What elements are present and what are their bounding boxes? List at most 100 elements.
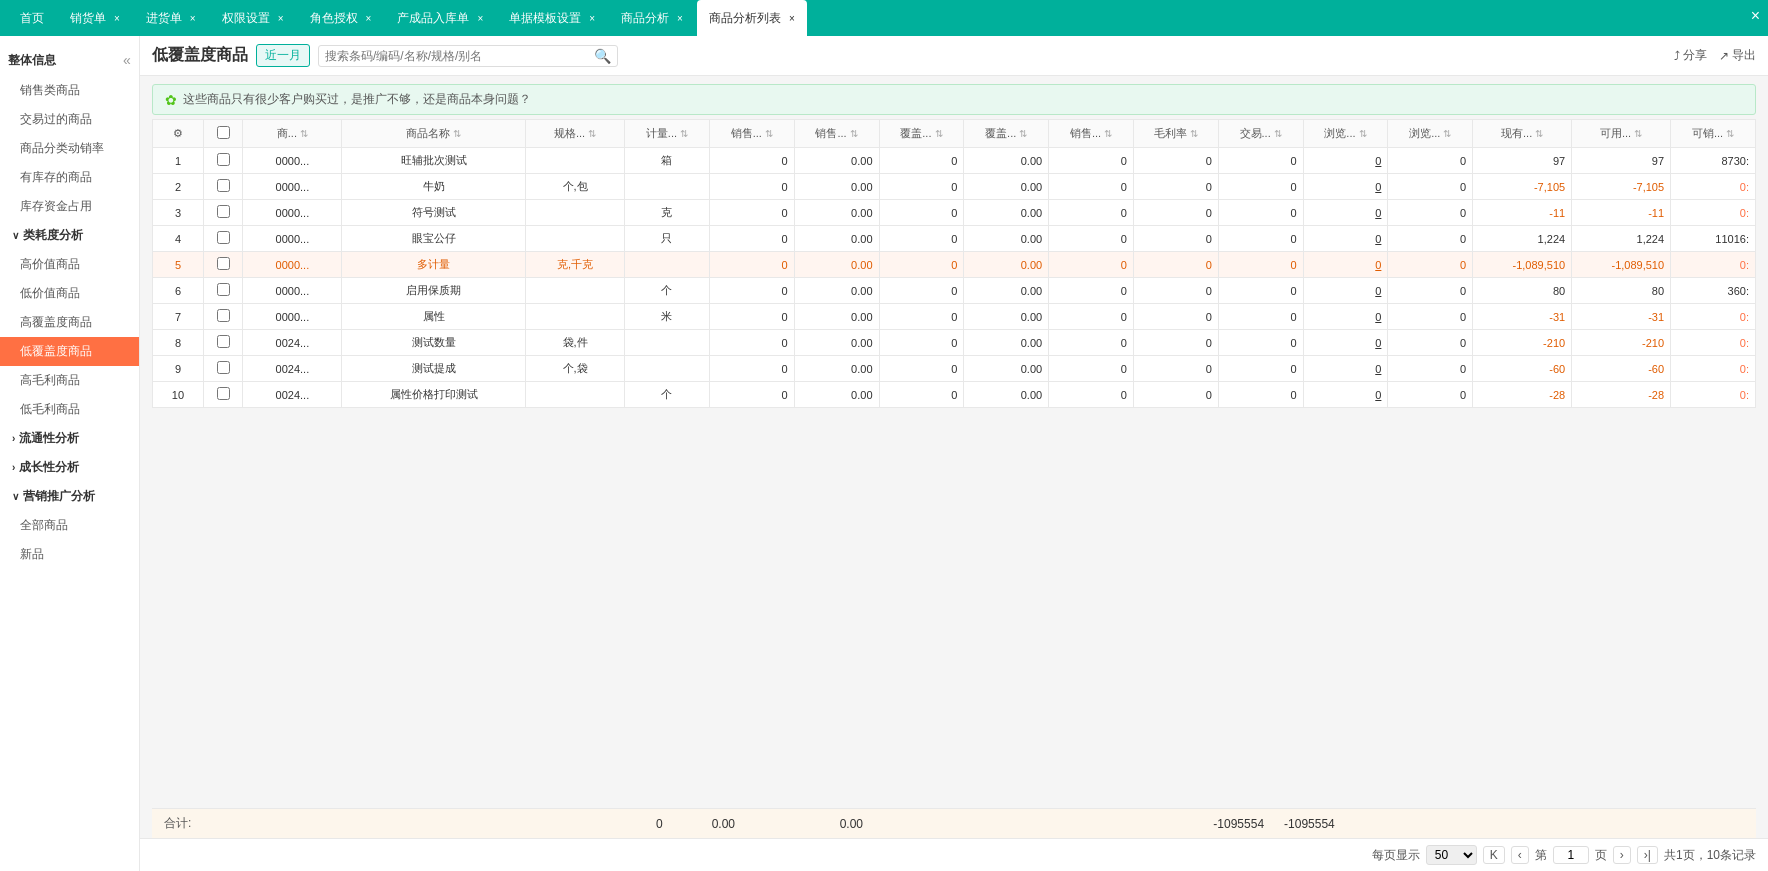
nav-sales-close[interactable]: × [114, 13, 120, 24]
top-nav: 首页 销货单 × 进货单 × 权限设置 × 角色授权 × 产成品入库单 × 单据… [0, 0, 1768, 36]
row-num: 8 [153, 330, 204, 356]
select-all-checkbox[interactable] [217, 126, 230, 139]
browse1-cell[interactable]: 0 [1303, 278, 1388, 304]
main-layout: 整体信息 « 销售类商品 交易过的商品 商品分类动销率 有库存的商品 库存资金占… [0, 36, 1768, 871]
close-all-tabs[interactable]: × [1751, 8, 1760, 24]
settings-col-header[interactable]: ⚙ [153, 120, 204, 148]
nav-purchase[interactable]: 进货单 × [134, 0, 208, 36]
sidebar-item-stocked-goods[interactable]: 有库存的商品 [0, 163, 139, 192]
nav-analysis[interactable]: 商品分析 × [609, 0, 695, 36]
row-checkbox[interactable] [217, 153, 230, 166]
nav-analysis-close[interactable]: × [677, 13, 683, 24]
browse1-cell[interactable]: 0 [1303, 330, 1388, 356]
sidebar-item-low-coverage[interactable]: 低覆盖度商品 [0, 337, 139, 366]
sidebar-section-growth[interactable]: ›成长性分析 [0, 453, 139, 482]
sidebar-item-high-value[interactable]: 高价值商品 [0, 250, 139, 279]
row-num: 3 [153, 200, 204, 226]
browse1-cell[interactable]: 0 [1303, 382, 1388, 408]
row-checkbox[interactable] [217, 257, 230, 270]
nav-purchase-close[interactable]: × [190, 13, 196, 24]
browse1-cell[interactable]: 0 [1303, 174, 1388, 200]
nav-permissions-close[interactable]: × [278, 13, 284, 24]
sales2-col-header[interactable]: 销售... ⇅ [794, 120, 879, 148]
row-checkbox[interactable] [217, 361, 230, 374]
nav-templates-close[interactable]: × [589, 13, 595, 24]
prev-page-button[interactable]: ‹ [1511, 846, 1529, 864]
row-checkbox-cell [203, 200, 243, 226]
sidebar-section-marketing[interactable]: ∨营销推广分析 [0, 482, 139, 511]
cover2-col-header[interactable]: 覆盖... ⇅ [964, 120, 1049, 148]
curr-col-header[interactable]: 现有... ⇅ [1473, 120, 1572, 148]
footer-sales1: 0 [629, 817, 689, 831]
browse1-cell[interactable]: 0 [1303, 252, 1388, 278]
sidebar-item-high-profit[interactable]: 高毛利商品 [0, 366, 139, 395]
sidebar-item-new-goods[interactable]: 新品 [0, 540, 139, 569]
first-page-button[interactable]: K [1483, 846, 1505, 864]
nav-home[interactable]: 首页 [8, 0, 56, 36]
nav-roles-close[interactable]: × [366, 13, 372, 24]
row-checkbox[interactable] [217, 179, 230, 192]
export-button[interactable]: ↗ 导出 [1719, 47, 1756, 64]
browse1-cell[interactable]: 0 [1303, 200, 1388, 226]
share-button[interactable]: ⤴ 分享 [1674, 47, 1707, 64]
content-area: 低覆盖度商品 近一月 🔍 ⤴ 分享 ↗ 导出 ✿ 这些商品只有很少客户购买过，是… [140, 36, 1768, 871]
last-page-button[interactable]: ›| [1637, 846, 1658, 864]
avail-col-header[interactable]: 可用... ⇅ [1572, 120, 1671, 148]
row-checkbox[interactable] [217, 309, 230, 322]
nav-analysis-list[interactable]: 商品分析列表 × [697, 0, 807, 36]
nav-templates[interactable]: 单据模板设置 × [497, 0, 607, 36]
gross-col-header[interactable]: 毛利率 ⇅ [1133, 120, 1218, 148]
browse1-cell[interactable]: 0 [1303, 226, 1388, 252]
row-checkbox[interactable] [217, 335, 230, 348]
spec-col-header[interactable]: 规格... ⇅ [526, 120, 625, 148]
table-row: 30000...符号测试克00.0000.0000000-11-110: [153, 200, 1756, 226]
name-col-header[interactable]: 商品名称 ⇅ [342, 120, 526, 148]
table-row: 70000...属性米00.0000.0000000-31-310: [153, 304, 1756, 330]
search-icon[interactable]: 🔍 [594, 48, 611, 64]
search-input[interactable] [325, 49, 590, 63]
footer-curr: -1095554 [1205, 817, 1272, 831]
browse2-col-header[interactable]: 浏览... ⇅ [1388, 120, 1473, 148]
sale-col-header[interactable]: 可销... ⇅ [1671, 120, 1756, 148]
browse1-cell[interactable]: 0 [1303, 304, 1388, 330]
nav-analysis-list-close[interactable]: × [789, 13, 795, 24]
browse1-cell[interactable]: 0 [1303, 356, 1388, 382]
time-filter-button[interactable]: 近一月 [256, 44, 310, 67]
page-number-input[interactable] [1553, 846, 1589, 864]
code-col-header[interactable]: 商... ⇅ [243, 120, 342, 148]
row-checkbox[interactable] [217, 283, 230, 296]
nav-roles[interactable]: 角色授权 × [298, 0, 384, 36]
browse1-col-header[interactable]: 浏览... ⇅ [1303, 120, 1388, 148]
nav-permissions[interactable]: 权限设置 × [210, 0, 296, 36]
sidebar-collapse-button[interactable]: « [119, 48, 135, 72]
sidebar-item-low-value[interactable]: 低价值商品 [0, 279, 139, 308]
content-header: 低覆盖度商品 近一月 🔍 ⤴ 分享 ↗ 导出 [140, 36, 1768, 76]
sidebar-item-all-goods[interactable]: 全部商品 [0, 511, 139, 540]
per-page-select[interactable]: 50 100 200 [1426, 845, 1477, 865]
total-records-label: 共1页，10条记录 [1664, 847, 1756, 864]
row-checkbox[interactable] [217, 231, 230, 244]
browse1-cell[interactable]: 0 [1303, 148, 1388, 174]
sidebar-item-high-coverage[interactable]: 高覆盖度商品 [0, 308, 139, 337]
nav-products-in[interactable]: 产成品入库单 × [385, 0, 495, 36]
sales3-col-header[interactable]: 销售... ⇅ [1049, 120, 1134, 148]
table-container[interactable]: ⚙ 商... ⇅ 商品名称 ⇅ 规格... ⇅ 计量... ⇅ 销售... ⇅ … [152, 119, 1756, 808]
unit-col-header[interactable]: 计量... ⇅ [625, 120, 710, 148]
sidebar-item-stock-capital[interactable]: 库存资金占用 [0, 192, 139, 221]
cover1-col-header[interactable]: 覆盖... ⇅ [879, 120, 964, 148]
check-col-header[interactable] [203, 120, 243, 148]
trans-col-header[interactable]: 交易... ⇅ [1218, 120, 1303, 148]
nav-sales[interactable]: 销货单 × [58, 0, 132, 36]
sales1-col-header[interactable]: 销售... ⇅ [709, 120, 794, 148]
sidebar-item-sales-goods[interactable]: 销售类商品 [0, 76, 139, 105]
table-body: 10000...旺辅批次测试箱00.0000.000000097978730:2… [153, 148, 1756, 408]
nav-products-in-close[interactable]: × [477, 13, 483, 24]
sidebar-item-category-rate[interactable]: 商品分类动销率 [0, 134, 139, 163]
next-page-button[interactable]: › [1613, 846, 1631, 864]
row-checkbox[interactable] [217, 387, 230, 400]
sidebar-item-traded-goods[interactable]: 交易过的商品 [0, 105, 139, 134]
sidebar-section-consumption[interactable]: ∨类耗度分析 [0, 221, 139, 250]
sidebar-section-liquidity[interactable]: ›流通性分析 [0, 424, 139, 453]
row-checkbox[interactable] [217, 205, 230, 218]
sidebar-item-low-profit[interactable]: 低毛利商品 [0, 395, 139, 424]
